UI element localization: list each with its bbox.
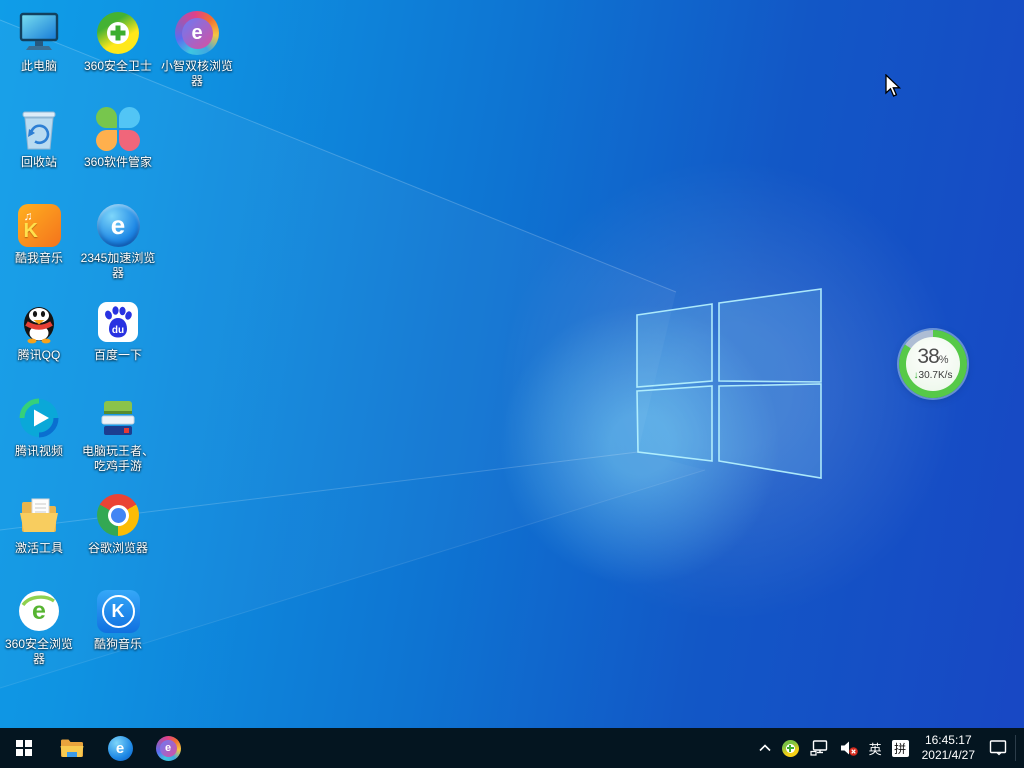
icon-label: 腾讯视频 <box>15 444 63 459</box>
svg-text:e: e <box>32 597 46 625</box>
icon-label: 酷狗音乐 <box>94 637 142 652</box>
ime-language-indicator[interactable]: 英 <box>864 728 887 768</box>
folder-tool-icon <box>16 492 62 538</box>
blue-e-icon: e <box>95 202 141 248</box>
show-hidden-icons-button[interactable] <box>753 728 777 768</box>
notification-icon <box>988 739 1008 757</box>
action-center-button[interactable] <box>983 728 1013 768</box>
clock-time: 16:45:17 <box>925 733 972 748</box>
icon-label: 2345加速浏览器 <box>79 251 157 281</box>
speed-ball[interactable]: 38% ↓30.7K/s <box>899 330 967 398</box>
icon-label: 谷歌浏览器 <box>88 541 148 556</box>
icon-label: 电脑玩王者、吃鸡手游 <box>79 444 157 474</box>
start-button[interactable] <box>0 728 48 768</box>
system-tray: 英 拼 16:45:17 2021/4/27 <box>753 728 1024 768</box>
desktop-icon-chrome[interactable]: 谷歌浏览器 <box>79 492 157 556</box>
desktop-icon-recycle-bin[interactable]: 回收站 <box>0 106 78 170</box>
svg-text:du: du <box>112 325 124 336</box>
icon-label: 小智双核浏览器 <box>158 59 236 89</box>
icon-label: 360安全卫士 <box>84 59 152 74</box>
kuwo-music-icon: ♫K <box>16 202 62 248</box>
desktop-icon-360-safe-browser[interactable]: e 360安全浏览器 <box>0 588 78 667</box>
show-desktop-button[interactable] <box>1016 728 1024 768</box>
icon-label: 360安全浏览器 <box>0 637 78 667</box>
desktop-icon-2345-browser[interactable]: e 2345加速浏览器 <box>79 202 157 281</box>
desktop-icon-tencent-video[interactable]: 腾讯视频 <box>0 395 78 459</box>
kugou-k-icon: K <box>95 588 141 634</box>
ime-lang-label: 英 <box>869 739 882 758</box>
desktop-icon-kuwo-music[interactable]: ♫K 酷我音乐 <box>0 202 78 266</box>
download-speed: ↓30.7K/s <box>914 370 953 381</box>
taskbar-clock[interactable]: 16:45:17 2021/4/27 <box>914 728 983 768</box>
rainbow-e-icon: e <box>174 10 220 56</box>
icon-label: 百度一下 <box>94 348 142 363</box>
rainbow-e-icon: e <box>156 736 181 761</box>
recycle-bin-icon <box>16 106 62 152</box>
speaker-muted-icon <box>839 739 859 757</box>
icon-label: 腾讯QQ <box>18 348 61 363</box>
volume-status[interactable] <box>834 728 864 768</box>
desktop-icon-baidu[interactable]: du 百度一下 <box>79 299 157 363</box>
file-explorer-button[interactable] <box>48 728 96 768</box>
clock-date: 2021/4/27 <box>922 748 975 763</box>
desktop-icon-360-software-manager[interactable]: 360软件管家 <box>79 106 157 170</box>
ime-mode-indicator[interactable]: 拼 <box>887 728 914 768</box>
desktop-icon-bluestacks[interactable]: 电脑玩王者、吃鸡手游 <box>79 395 157 474</box>
360-browser-icon: e <box>16 588 62 634</box>
tencent-video-icon <box>16 395 62 441</box>
desktop-icon-tencent-qq[interactable]: 腾讯QQ <box>0 299 78 363</box>
download-percent: 38% <box>917 347 948 370</box>
desktop-wallpaper: 此电脑 回收站 ♫K 酷我音乐 <box>0 0 1024 768</box>
blue-e-icon: e <box>108 736 133 761</box>
network-status[interactable] <box>804 728 834 768</box>
chevron-up-icon <box>758 742 772 754</box>
four-leaf-icon <box>95 106 141 152</box>
baidu-paw-icon: du <box>95 299 141 345</box>
tray-360-safety-ball[interactable] <box>777 728 804 768</box>
chrome-icon <box>95 492 141 538</box>
desktop-icon-this-pc[interactable]: 此电脑 <box>0 10 78 74</box>
icon-label: 此电脑 <box>21 59 57 74</box>
taskbar: e e <box>0 728 1024 768</box>
desktop-icon-xiaozhi-browser[interactable]: e 小智双核浏览器 <box>158 10 236 89</box>
icon-label: 360软件管家 <box>84 155 152 170</box>
icon-label: 激活工具 <box>15 541 63 556</box>
this-pc-icon <box>16 10 62 56</box>
desktop-icon-360-security-guard[interactable]: 360安全卫士 <box>79 10 157 74</box>
windows-logo-icon <box>16 740 32 756</box>
stacked-layers-icon <box>95 395 141 441</box>
360-shield-icon <box>95 10 141 56</box>
ethernet-network-icon <box>809 739 829 757</box>
desktop-icon-kugou-music[interactable]: K 酷狗音乐 <box>79 588 157 652</box>
icon-label: 回收站 <box>21 155 57 170</box>
360-ball-icon <box>782 740 799 757</box>
folder-icon <box>59 735 85 761</box>
mouse-cursor <box>884 74 904 98</box>
ime-pinyin-icon: 拼 <box>892 740 909 757</box>
pinned-2345-browser-button[interactable]: e <box>96 728 144 768</box>
qq-penguin-icon <box>16 299 62 345</box>
icon-label: 酷我音乐 <box>15 251 63 266</box>
desktop-icon-activation-tool[interactable]: 激活工具 <box>0 492 78 556</box>
pinned-xiaozhi-browser-button[interactable]: e <box>144 728 192 768</box>
speed-ball-face: 38% ↓30.7K/s <box>906 337 960 391</box>
